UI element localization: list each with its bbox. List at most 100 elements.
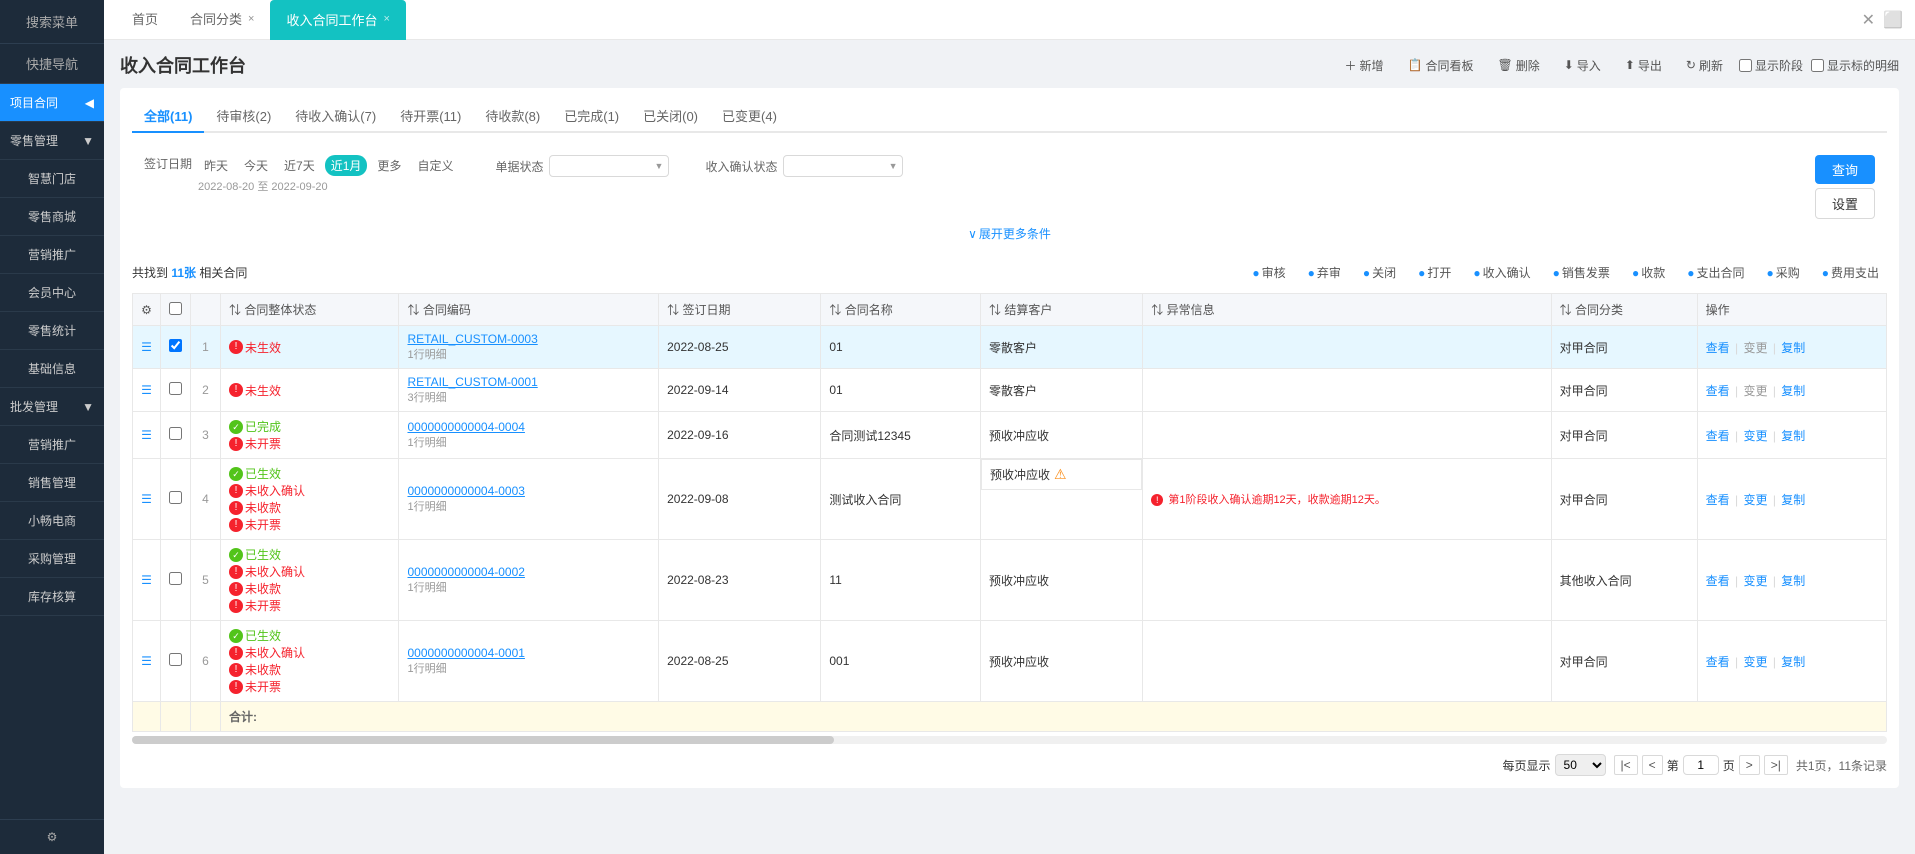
sidebar-item-retail-mgmt[interactable]: 零售管理 ▼ bbox=[0, 122, 104, 160]
sidebar-item-member-center[interactable]: 会员中心 bbox=[0, 274, 104, 312]
first-page-button[interactable]: |< bbox=[1614, 755, 1638, 775]
audit-button[interactable]: ● 审核 bbox=[1244, 260, 1293, 285]
contract-code-link[interactable]: 0000000000004-0002 bbox=[407, 565, 524, 579]
close-icon[interactable]: × bbox=[383, 13, 389, 25]
export-button[interactable]: ⬆ 导出 bbox=[1617, 53, 1670, 78]
tab-home[interactable]: 首页 bbox=[116, 0, 174, 40]
show-details-checkbox-label[interactable]: 显示标的明细 bbox=[1811, 57, 1899, 74]
page-input[interactable] bbox=[1683, 755, 1719, 775]
sales-invoice-button[interactable]: ● 销售发票 bbox=[1545, 260, 1618, 285]
refresh-button[interactable]: ↻ 刷新 bbox=[1678, 53, 1731, 78]
query-button[interactable]: 查询 bbox=[1815, 155, 1875, 184]
sidebar-item-inventory[interactable]: 库存核算 bbox=[0, 578, 104, 616]
sidebar-item-marketing2[interactable]: 营销推广 bbox=[0, 426, 104, 464]
date-btn-more[interactable]: 更多 bbox=[371, 155, 407, 176]
col-contract-name[interactable]: ⇅ 合同名称 bbox=[821, 294, 981, 326]
row-checkbox[interactable] bbox=[161, 412, 191, 459]
row-gear[interactable]: ☰ bbox=[133, 540, 161, 621]
sub-tab-pending-review[interactable]: 待审核(2) bbox=[204, 100, 283, 133]
filter-settings-button[interactable]: 设置 bbox=[1815, 188, 1875, 219]
copy-link[interactable]: 复制 bbox=[1781, 341, 1805, 355]
outbound-contract-button[interactable]: ● 支出合同 bbox=[1679, 260, 1752, 285]
select-all-checkbox[interactable] bbox=[169, 302, 182, 315]
last-page-button[interactable]: >| bbox=[1764, 755, 1788, 775]
view-link[interactable]: 查看 bbox=[1706, 493, 1730, 507]
sub-tab-changed[interactable]: 已变更(4) bbox=[710, 100, 789, 133]
row-checkbox[interactable] bbox=[161, 621, 191, 702]
change-link[interactable]: 变更 bbox=[1743, 429, 1767, 443]
row-checkbox[interactable] bbox=[161, 369, 191, 412]
row-gear[interactable]: ☰ bbox=[133, 326, 161, 369]
sidebar-item-purchase-mgmt[interactable]: 采购管理 bbox=[0, 540, 104, 578]
contract-code-link[interactable]: RETAIL_CUSTOM-0001 bbox=[407, 375, 537, 389]
sidebar-item-retail-mall[interactable]: 零售商城 bbox=[0, 198, 104, 236]
copy-link[interactable]: 复制 bbox=[1781, 384, 1805, 398]
change-link[interactable]: 变更 bbox=[1743, 384, 1767, 398]
prev-page-button[interactable]: < bbox=[1642, 755, 1663, 775]
sidebar-item-marketing[interactable]: 营销推广 bbox=[0, 236, 104, 274]
close-icon[interactable]: × bbox=[248, 13, 254, 25]
open-button[interactable]: ● 打开 bbox=[1410, 260, 1459, 285]
copy-link[interactable]: 复制 bbox=[1781, 429, 1805, 443]
income-confirm-select[interactable] bbox=[783, 155, 903, 177]
window-expand-button[interactable]: ⬜ bbox=[1883, 10, 1903, 30]
row-gear[interactable]: ☰ bbox=[133, 412, 161, 459]
sidebar-item-sales-mgmt[interactable]: 销售管理 bbox=[0, 464, 104, 502]
col-checkbox[interactable] bbox=[161, 294, 191, 326]
view-link[interactable]: 查看 bbox=[1706, 655, 1730, 669]
tab-contract-category[interactable]: 合同分类 × bbox=[174, 0, 270, 40]
row-checkbox[interactable] bbox=[161, 326, 191, 369]
delete-button[interactable]: 🗑 删除 bbox=[1489, 53, 1547, 78]
window-close-button[interactable]: ✕ bbox=[1862, 10, 1875, 30]
sub-tab-completed[interactable]: 已完成(1) bbox=[552, 100, 631, 133]
expand-more-button[interactable]: ∨ 展开更多条件 bbox=[968, 225, 1051, 242]
add-button[interactable]: ＋ 新增 bbox=[1336, 53, 1391, 78]
contract-code-link[interactable]: 0000000000004-0004 bbox=[407, 420, 524, 434]
purchase-button[interactable]: ● 采购 bbox=[1758, 260, 1807, 285]
show-stage-checkbox[interactable] bbox=[1739, 59, 1752, 72]
col-settle-customer[interactable]: ⇅ 结算客户 bbox=[981, 294, 1143, 326]
sidebar-item-retail-stats[interactable]: 零售统计 bbox=[0, 312, 104, 350]
date-btn-last7days[interactable]: 近7天 bbox=[278, 155, 321, 176]
sidebar-item-smart-store[interactable]: 智慧门店 bbox=[0, 160, 104, 198]
date-btn-last1month[interactable]: 近1月 bbox=[325, 155, 368, 176]
sub-tab-pending-payment[interactable]: 待收款(8) bbox=[473, 100, 552, 133]
sidebar-item-xiaochangec[interactable]: 小畅电商 bbox=[0, 502, 104, 540]
next-page-button[interactable]: > bbox=[1739, 755, 1760, 775]
contract-code-link[interactable]: 0000000000004-0001 bbox=[407, 646, 524, 660]
close-button[interactable]: ● 关闭 bbox=[1355, 260, 1404, 285]
expense-out-button[interactable]: ● 费用支出 bbox=[1814, 260, 1887, 285]
date-btn-today[interactable]: 今天 bbox=[238, 155, 274, 176]
row-checkbox[interactable] bbox=[161, 540, 191, 621]
show-stage-checkbox-label[interactable]: 显示阶段 bbox=[1739, 57, 1803, 74]
sub-tab-all[interactable]: 全部(11) bbox=[132, 100, 204, 133]
row-gear[interactable]: ☰ bbox=[133, 459, 161, 540]
sidebar-quick-nav[interactable]: 快捷导航 bbox=[0, 44, 104, 84]
sub-tab-pending-income-confirm[interactable]: 待收入确认(7) bbox=[283, 100, 388, 133]
col-error-info[interactable]: ⇅ 异常信息 bbox=[1143, 294, 1551, 326]
col-gear[interactable]: ⚙ bbox=[133, 294, 161, 326]
show-details-checkbox[interactable] bbox=[1811, 59, 1824, 72]
col-overall-status[interactable]: ⇅ 合同整体状态 bbox=[221, 294, 399, 326]
date-btn-custom[interactable]: 自定义 bbox=[411, 155, 459, 176]
doc-status-select[interactable] bbox=[549, 155, 669, 177]
change-link[interactable]: 变更 bbox=[1743, 655, 1767, 669]
col-sign-date[interactable]: ⇅ 签订日期 bbox=[659, 294, 821, 326]
sidebar-item-base-info[interactable]: 基础信息 bbox=[0, 350, 104, 388]
sidebar-item-project-contract[interactable]: 项目合同 ◀ bbox=[0, 84, 104, 122]
row-gear[interactable]: ☰ bbox=[133, 621, 161, 702]
col-contract-code[interactable]: ⇅ 合同编码 bbox=[399, 294, 659, 326]
view-link[interactable]: 查看 bbox=[1706, 574, 1730, 588]
row-checkbox[interactable] bbox=[161, 459, 191, 540]
sidebar-item-wholesale-mgmt[interactable]: 批发管理 ▼ bbox=[0, 388, 104, 426]
view-link[interactable]: 查看 bbox=[1706, 429, 1730, 443]
collection-button[interactable]: ● 收款 bbox=[1624, 260, 1673, 285]
sidebar-settings[interactable]: ⚙ bbox=[0, 819, 104, 854]
horizontal-scrollbar[interactable] bbox=[132, 736, 1887, 744]
copy-link[interactable]: 复制 bbox=[1781, 574, 1805, 588]
income-confirm-button[interactable]: ● 收入确认 bbox=[1465, 260, 1538, 285]
tab-income-workbench[interactable]: 收入合同工作台 × bbox=[270, 0, 405, 40]
page-size-select[interactable]: 10 20 50 100 bbox=[1555, 754, 1606, 776]
abandon-button[interactable]: ● 弃审 bbox=[1300, 260, 1349, 285]
col-contract-category[interactable]: ⇅ 合同分类 bbox=[1551, 294, 1697, 326]
